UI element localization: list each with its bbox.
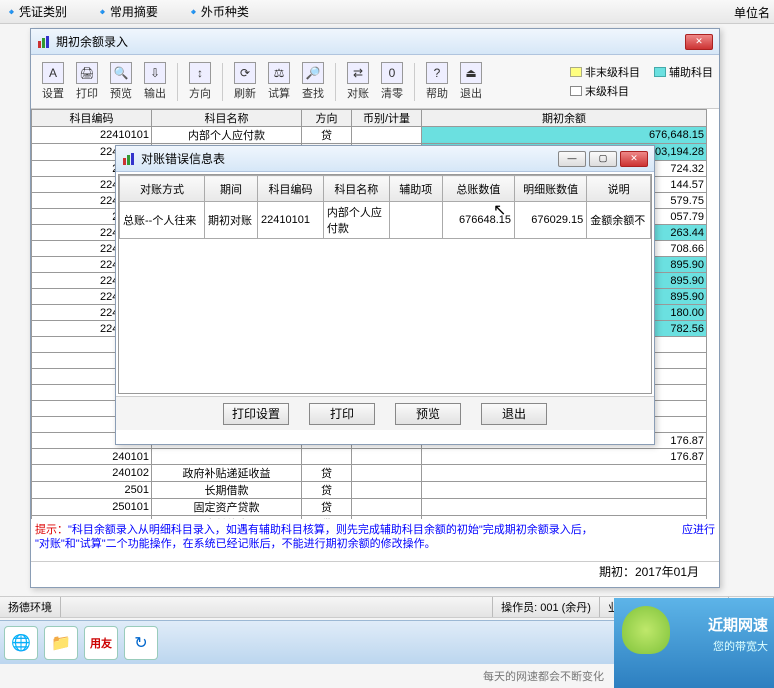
dialog-footer: 打印设置 打印 预览 退出 [116, 396, 654, 430]
col-name[interactable]: 科目名称 [152, 110, 302, 127]
table-row[interactable]: 22410101内部个人应付款贷676,648.15 [32, 127, 707, 144]
col-period[interactable]: 期间 [204, 176, 257, 202]
col-aux[interactable]: 辅助项 [389, 176, 442, 202]
table-row[interactable]: 2501长期借款贷 [32, 482, 707, 499]
print-button[interactable]: 🖨打印 [71, 62, 103, 101]
taskbar-app-browser[interactable]: 🌐 [4, 626, 38, 660]
exit-button[interactable]: ⏏退出 [455, 62, 487, 101]
col-balance[interactable]: 期初余额 [422, 110, 707, 127]
toolbar: A设置 🖨打印 🔍预览 ⇩输出 ↕方向 ⟳刷新 ⚖试算 🔎查找 ⇄对账 0清零 … [31, 55, 719, 109]
settings-button[interactable]: A设置 [37, 62, 69, 101]
dialog-close-button[interactable]: ✕ [620, 151, 648, 167]
table-row[interactable]: 240101176.87 [32, 449, 707, 465]
print-setup-button[interactable]: 打印设置 [223, 403, 289, 425]
refresh-button[interactable]: ⟳刷新 [229, 62, 261, 101]
footer-hint-text: 每天的网速都会不断变化 [483, 668, 604, 684]
reconcile-button[interactable]: ⇄对账 [342, 62, 374, 101]
export-button[interactable]: ⇩输出 [139, 62, 171, 101]
hint-text: 提示："科目余额录入从明细科目录入，如遇有辅助科目核算，则先完成辅助科目余额的初… [31, 519, 719, 555]
menu-item-currency[interactable]: 🔹外币种类 [186, 3, 263, 20]
taskbar-app-sync[interactable]: ↻ [124, 626, 158, 660]
col-curr[interactable]: 币别/计量 [352, 110, 422, 127]
app-icon [122, 152, 136, 166]
taskbar-app-yonyou[interactable]: 用友 [84, 626, 118, 660]
menu-item-voucher[interactable]: 🔹凭证类别 [4, 3, 81, 20]
env-label: 扬德环境 [0, 597, 61, 617]
legend-leaf-swatch [570, 86, 582, 96]
top-menu-bar: 🔹凭证类别 🔹常用摘要 🔹外币种类 [0, 0, 774, 24]
dialog-exit-button[interactable]: 退出 [481, 403, 547, 425]
app-icon [37, 35, 51, 49]
error-grid: 对账方式 期间 科目编码 科目名称 辅助项 总账数值 明细账数值 说明 总账--… [119, 175, 651, 239]
dialog-print-button[interactable]: 打印 [309, 403, 375, 425]
table-row[interactable]: 250101固定资产贷款贷 [32, 499, 707, 516]
maximize-button[interactable]: ▢ [589, 151, 617, 167]
col-dir[interactable]: 方向 [302, 110, 352, 127]
promo-popup[interactable]: 近期网速 您的带宽大 [614, 598, 774, 688]
minimize-button[interactable]: — [558, 151, 586, 167]
window-titlebar[interactable]: 期初余额录入 ✕ [31, 29, 719, 55]
dialog-title-text: 对账错误信息表 [141, 150, 558, 167]
close-button[interactable]: ✕ [685, 34, 713, 50]
promo-subtitle: 您的带宽大 [713, 638, 768, 654]
find-button[interactable]: 🔎查找 [297, 62, 329, 101]
window-statusbar: 期初：2017年01月 [31, 561, 719, 581]
error-row[interactable]: 总账--个人往来 期初对账 22410101 内部个人应付款 676648.15… [120, 202, 651, 239]
dialog-preview-button[interactable]: 预览 [395, 403, 461, 425]
operator-cell: 操作员: 001 (余丹) [493, 597, 600, 617]
mascot-icon [622, 606, 670, 654]
col-mname[interactable]: 科目名称 [323, 176, 389, 202]
help-button[interactable]: ?帮助 [421, 62, 453, 101]
table-row[interactable]: 240102政府补贴递延收益贷 [32, 465, 707, 482]
reconcile-error-dialog: 对账错误信息表 — ▢ ✕ 对账方式 期间 科目编码 科目名称 辅助项 总账数值… [115, 145, 655, 445]
col-code[interactable]: 科目编码 [32, 110, 152, 127]
error-grid-viewport[interactable]: 对账方式 期间 科目编码 科目名称 辅助项 总账数值 明细账数值 说明 总账--… [118, 174, 652, 394]
trial-button[interactable]: ⚖试算 [263, 62, 295, 101]
direction-button[interactable]: ↕方向 [184, 62, 216, 101]
col-mcode[interactable]: 科目编码 [258, 176, 324, 202]
dialog-titlebar[interactable]: 对账错误信息表 — ▢ ✕ [116, 146, 654, 172]
taskbar-app-explorer[interactable]: 📁 [44, 626, 78, 660]
legend-nonleaf-swatch [570, 67, 582, 77]
clear-button[interactable]: 0清零 [376, 62, 408, 101]
unit-name-label: 单位名 [734, 4, 770, 21]
menu-item-summary[interactable]: 🔹常用摘要 [95, 3, 172, 20]
col-note[interactable]: 说明 [587, 176, 651, 202]
window-title-text: 期初余额录入 [56, 33, 685, 50]
promo-title: 近期网速 [708, 614, 768, 635]
col-total[interactable]: 总账数值 [442, 176, 514, 202]
legend-aux-swatch [654, 67, 666, 77]
legend: 非末级科目 辅助科目 末级科目 [570, 64, 713, 99]
col-method[interactable]: 对账方式 [120, 176, 205, 202]
preview-button[interactable]: 🔍预览 [105, 62, 137, 101]
col-detail[interactable]: 明细账数值 [515, 176, 587, 202]
